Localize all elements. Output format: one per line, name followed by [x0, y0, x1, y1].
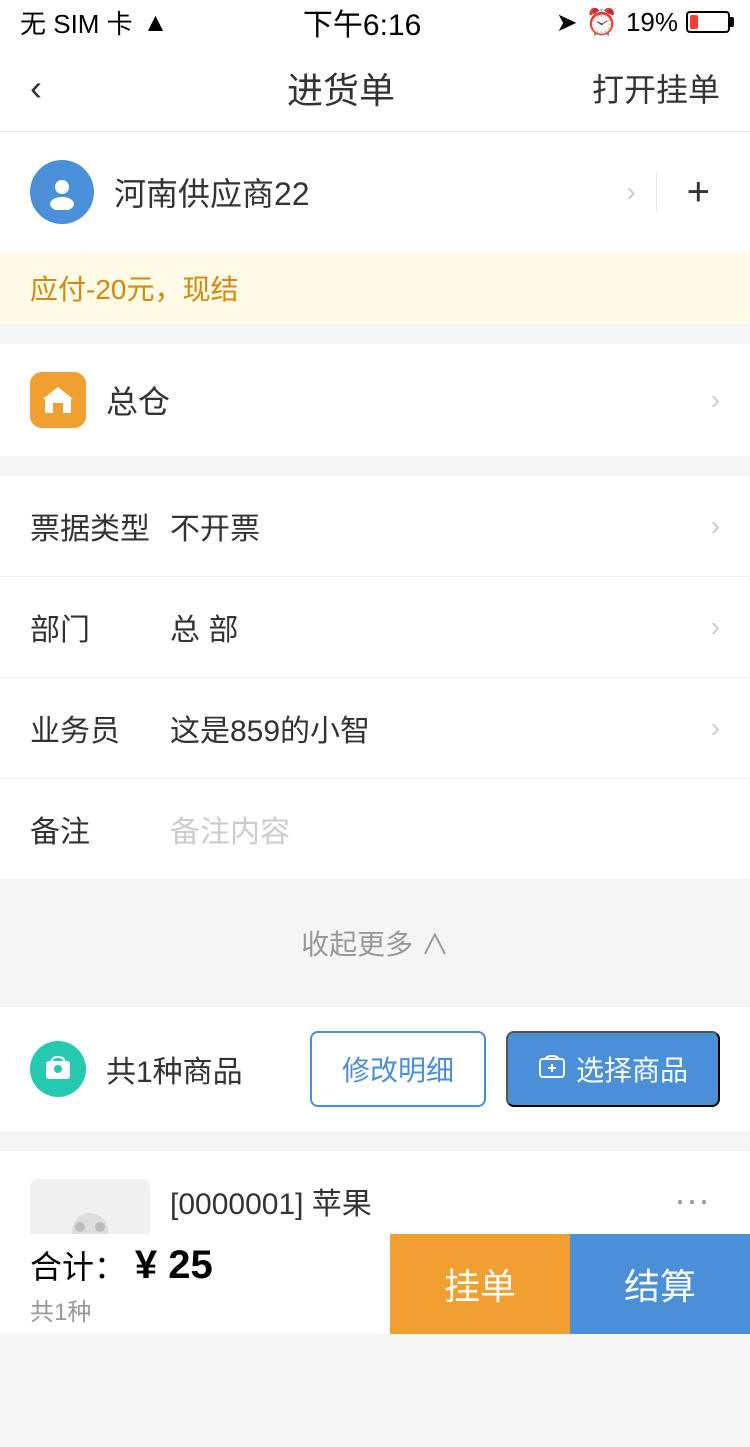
product-bar: 共1种商品 修改明细 选择商品 [0, 1007, 750, 1131]
warehouse-name: 总仓 [106, 377, 711, 423]
status-left: 无 SIM 卡 ▲ [20, 4, 168, 41]
supplier-row[interactable]: 河南供应商22 › + [0, 132, 750, 252]
checkout-button[interactable]: 结算 [570, 1234, 750, 1334]
invoice-row[interactable]: 票据类型 不开票 › [0, 476, 750, 577]
page-title: 进货单 [287, 62, 395, 114]
edit-detail-button[interactable]: 修改明细 [310, 1031, 486, 1107]
total-amount: ¥ 25 [135, 1243, 213, 1287]
status-right: ➤ ⏰ 19% [556, 7, 730, 38]
product-more-button[interactable]: ··· [664, 1179, 720, 1221]
select-product-button[interactable]: 选择商品 [506, 1031, 720, 1107]
warehouse-icon [30, 372, 86, 428]
total-count: 共1种 [30, 1292, 360, 1327]
back-button[interactable]: ‹ [30, 67, 90, 109]
form-section: 票据类型 不开票 › 部门 总 部 › 业务员 这是859的小智 › 备注 备注… [0, 476, 750, 879]
bottom-spacer [0, 1327, 750, 1447]
sales-chevron-icon: › [711, 712, 720, 744]
hang-button[interactable]: 挂单 [390, 1234, 570, 1334]
dept-chevron-icon: › [711, 611, 720, 643]
warehouse-row[interactable]: 总仓 › [0, 344, 750, 456]
battery-icon [686, 11, 730, 33]
select-product-label: 选择商品 [576, 1049, 688, 1089]
product-icon [30, 1041, 86, 1097]
alarm-icon: ⏰ [586, 7, 618, 38]
remark-input[interactable]: 备注内容 [150, 807, 720, 851]
battery-label: 19% [626, 7, 678, 38]
supplier-avatar [30, 160, 94, 224]
sales-row[interactable]: 业务员 这是859的小智 › [0, 678, 750, 779]
add-supplier-button[interactable]: + [677, 170, 720, 215]
status-time: 下午6:16 [303, 0, 421, 44]
nav-bar: ‹ 进货单 打开挂单 [0, 44, 750, 132]
product-name: [0000001] 苹果 [170, 1179, 644, 1223]
supplier-chevron-icon: › [626, 176, 635, 208]
sales-label: 业务员 [30, 706, 150, 750]
total-section: 合计： ¥ 25 共1种 [0, 1234, 390, 1334]
remark-label: 备注 [30, 807, 150, 851]
invoice-value: 不开票 [150, 504, 711, 548]
bottom-bar: 合计： ¥ 25 共1种 挂单 结算 [0, 1234, 750, 1334]
back-icon: ‹ [30, 67, 42, 109]
sales-value: 这是859的小智 [150, 706, 711, 750]
warehouse-section: 总仓 › [0, 344, 750, 456]
divider [656, 172, 657, 212]
wifi-icon: ▲ [143, 7, 169, 38]
carrier-label: 无 SIM 卡 [20, 4, 133, 41]
product-count: 共1种商品 [106, 1047, 290, 1091]
warning-banner: 应付-20元，现结 [0, 252, 750, 324]
invoice-chevron-icon: › [711, 510, 720, 542]
location-icon: ➤ [556, 7, 578, 38]
supplier-name: 河南供应商22 [114, 169, 626, 215]
dept-value: 总 部 [150, 605, 711, 649]
warehouse-chevron-icon: › [711, 384, 720, 416]
remark-row[interactable]: 备注 备注内容 [0, 779, 750, 879]
dept-row[interactable]: 部门 总 部 › [0, 577, 750, 678]
collapse-toggle[interactable]: 收起更多 ∧ [0, 899, 750, 987]
status-bar: 无 SIM 卡 ▲ 下午6:16 ➤ ⏰ 19% [0, 0, 750, 44]
open-hang-button[interactable]: 打开挂单 [592, 65, 720, 111]
supplier-section: 河南供应商22 › + 应付-20元，现结 [0, 132, 750, 324]
invoice-label: 票据类型 [30, 504, 150, 548]
gap [0, 987, 750, 1007]
total-label: 合计： [30, 1249, 126, 1285]
dept-label: 部门 [30, 605, 150, 649]
